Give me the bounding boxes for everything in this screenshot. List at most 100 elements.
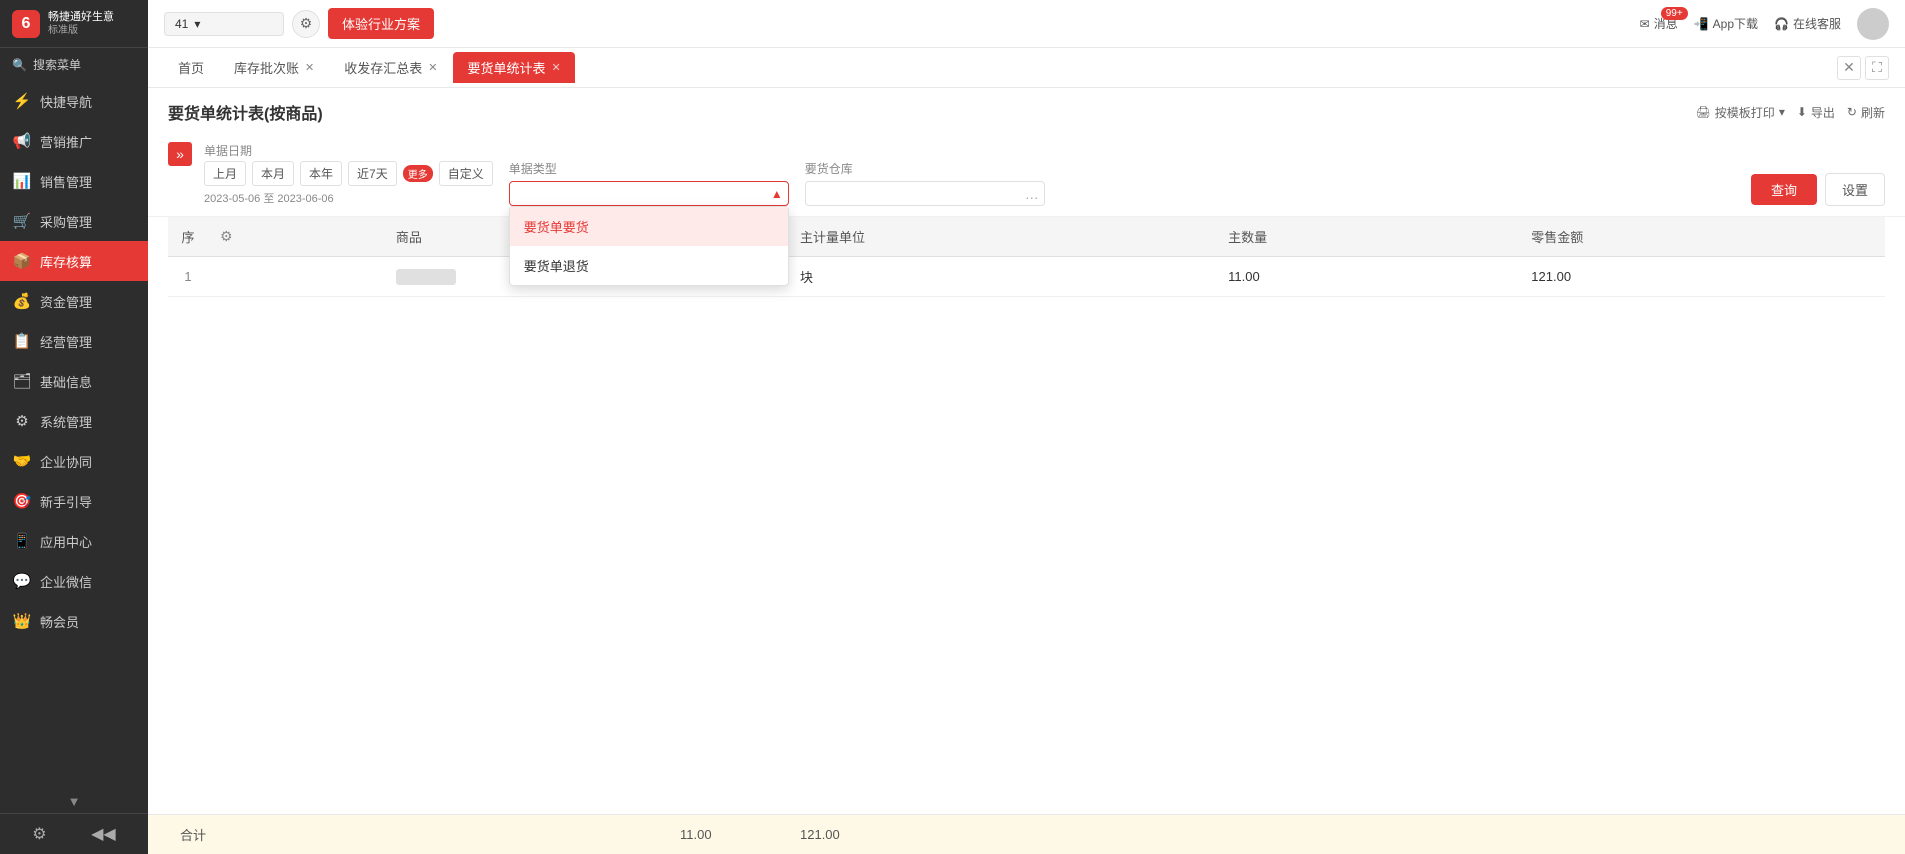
main-area: 41 ▾ ⚙ 体验行业方案 ✉ 消息 99+ 📲 App下载 🎧 在线客服 [148,0,1905,854]
finance-icon: 💰 [12,291,32,311]
page-title: 要货单统计表(按商品) [168,100,323,124]
tab-close-collect-summary[interactable]: ✕ [428,61,437,74]
col-unit: 主计量单位 [788,217,1216,257]
search-menu-button[interactable]: 🔍 搜索菜单 [0,48,148,81]
type-filter-input[interactable] [509,181,789,206]
tab-order-stat[interactable]: 要货单统计表 ✕ [453,52,574,83]
query-button[interactable]: 查询 [1751,174,1817,205]
sidebar-item-enterprise[interactable]: 🤝 企业协同 [0,441,148,481]
online-service-button[interactable]: 🎧 在线客服 [1774,15,1841,32]
cell-settings [208,257,384,297]
tab-close-order-stat[interactable]: ✕ [552,61,561,74]
sidebar-item-finance[interactable]: 💰 资金管理 [0,281,148,321]
tab-batch-account[interactable]: 库存批次账 ✕ [220,52,328,83]
message-badge: 99+ [1661,7,1688,20]
cell-unit: 块 [788,257,1216,297]
tab-expand-button[interactable]: ⛶ [1865,56,1889,80]
footer-qty: 11.00 [668,827,788,842]
tabs-controls: ✕ ⛶ [1837,56,1889,80]
breadcrumb-selector[interactable]: 41 ▾ [164,12,284,36]
trial-button[interactable]: 体验行业方案 [328,8,434,39]
refresh-button[interactable]: ↻ 刷新 [1847,104,1885,121]
sidebar-item-member[interactable]: 👑 畅会员 [0,601,148,641]
print-template-button[interactable]: 🖨 按模板打印 ▾ [1696,104,1785,121]
tab-collect-summary[interactable]: 收发存汇总表 ✕ [330,52,451,83]
sidebar-bottom: ⚙ ◀◀ [0,813,148,854]
tab-close-all-button[interactable]: ✕ [1837,56,1861,80]
header-right: ✉ 消息 99+ 📲 App下载 🎧 在线客服 [1640,8,1889,40]
col-settings: ⚙ [208,217,384,257]
tabs-bar: 首页 库存批次账 ✕ 收发存汇总表 ✕ 要货单统计表 ✕ ✕ ⛶ [148,48,1905,88]
filter-bar: » 单据日期 上月 本月 本年 近7天 更多 自定义 2023-0 [148,132,1905,217]
message-icon: ✉ [1640,17,1650,31]
filter-row: 单据日期 上月 本月 本年 近7天 更多 自定义 2023-05-06 至 20… [204,142,1885,206]
service-icon: 🎧 [1774,17,1789,31]
filter-toggle-button[interactable]: » [168,142,192,166]
table-area: 序 ⚙ 商品 主计量单位 主数量 零售金额 1 [148,217,1905,814]
tab-close-batch-account[interactable]: ✕ [305,61,314,74]
col-amount: 零售金额 [1519,217,1885,257]
search-icon: 🔍 [12,58,27,72]
page-inner: 要货单统计表(按商品) 🖨 按模板打印 ▾ ⬇ 导出 ↻ 刷新 [148,88,1905,854]
sidebar-item-quick-nav[interactable]: ⚡ 快捷导航 [0,81,148,121]
sidebar-item-operation[interactable]: 📋 经营管理 [0,321,148,361]
sidebar-item-basic[interactable]: 🗂 基础信息 [0,361,148,401]
tab-home[interactable]: 首页 [164,52,218,83]
column-settings-icon[interactable]: ⚙ [220,228,233,244]
export-button[interactable]: ⬇ 导出 [1797,104,1835,121]
sidebar-item-apps[interactable]: 📱 应用中心 [0,521,148,561]
date-more-badge[interactable]: 更多 [403,165,433,182]
header-left: 41 ▾ ⚙ 体验行业方案 [164,8,434,39]
type-filter-label: 单据类型 [509,160,789,177]
cell-seq: 1 [168,257,208,297]
sidebar-scroll-down[interactable]: ▼ [0,790,148,813]
breadcrumb-dropdown-icon: ▾ [194,17,200,31]
table-footer: 合计 11.00 121.00 [148,814,1905,854]
sidebar-item-system[interactable]: ⚙ 系统管理 [0,401,148,441]
date-btn-custom[interactable]: 自定义 [439,161,493,186]
sidebar-item-guide[interactable]: 🎯 新手引导 [0,481,148,521]
date-range-display: 2023-05-06 至 2023-06-06 [204,190,493,206]
footer-amount: 121.00 [788,827,852,842]
dropdown-item-yh-order[interactable]: 要货单要货 [510,207,788,246]
quick-nav-icon: ⚡ [12,91,32,111]
wechat-icon: 💬 [12,571,32,591]
sidebar-item-wechat[interactable]: 💬 企业微信 [0,561,148,601]
warehouse-filter-label: 要货仓库 [805,160,1045,177]
user-avatar[interactable] [1857,8,1889,40]
sidebar-item-purchase[interactable]: 🛒 采购管理 [0,201,148,241]
header-settings-button[interactable]: ⚙ [292,10,320,38]
settings-button[interactable]: 设置 [1825,173,1885,206]
warehouse-filter-wrapper: … [805,181,1045,206]
app-download-button[interactable]: 📲 App下载 [1694,15,1758,32]
date-btn-last-7-days[interactable]: 近7天 [348,161,397,186]
warehouse-more-icon[interactable]: … [1025,186,1039,202]
table-header: 序 ⚙ 商品 主计量单位 主数量 零售金额 [168,217,1885,257]
sidebar-collapse-icon[interactable]: ◀◀ [91,824,116,844]
date-btn-this-month[interactable]: 本月 [252,161,294,186]
data-table: 序 ⚙ 商品 主计量单位 主数量 零售金额 1 [168,217,1885,297]
cell-amount: 121.00 [1519,257,1885,297]
table-row: 1 块 11.00 121.00 [168,257,1885,297]
page-title-actions: 🖨 按模板打印 ▾ ⬇ 导出 ↻ 刷新 [1696,104,1885,121]
footer-label: 合计 [168,825,668,844]
date-btn-last-month[interactable]: 上月 [204,161,246,186]
sidebar-item-sales[interactable]: 📊 销售管理 [0,161,148,201]
filter-actions: 查询 设置 [1751,173,1885,206]
messages-button[interactable]: ✉ 消息 99+ [1640,15,1678,32]
print-icon: 🖨 [1696,105,1711,119]
export-icon: ⬇ [1797,105,1807,119]
date-filter-label: 单据日期 [204,142,493,159]
sidebar-settings-icon[interactable]: ⚙ [32,824,46,844]
page-content: 要货单统计表(按商品) 🖨 按模板打印 ▾ ⬇ 导出 ↻ 刷新 [148,88,1905,854]
cell-qty: 11.00 [1216,257,1519,297]
type-filter-arrow-icon[interactable]: ▲ [771,187,783,201]
date-btn-this-year[interactable]: 本年 [300,161,342,186]
sidebar-item-marketing[interactable]: 📢 营销推广 [0,121,148,161]
dropdown-item-yh-return[interactable]: 要货单退货 [510,246,788,285]
logo-text: 畅捷通好生意 标准版 [48,10,114,37]
sidebar-item-inventory[interactable]: 📦 库存核算 [0,241,148,281]
table-body: 1 块 11.00 121.00 [168,257,1885,297]
warehouse-filter-section: 要货仓库 … [805,160,1045,206]
warehouse-filter-input[interactable] [805,181,1045,206]
